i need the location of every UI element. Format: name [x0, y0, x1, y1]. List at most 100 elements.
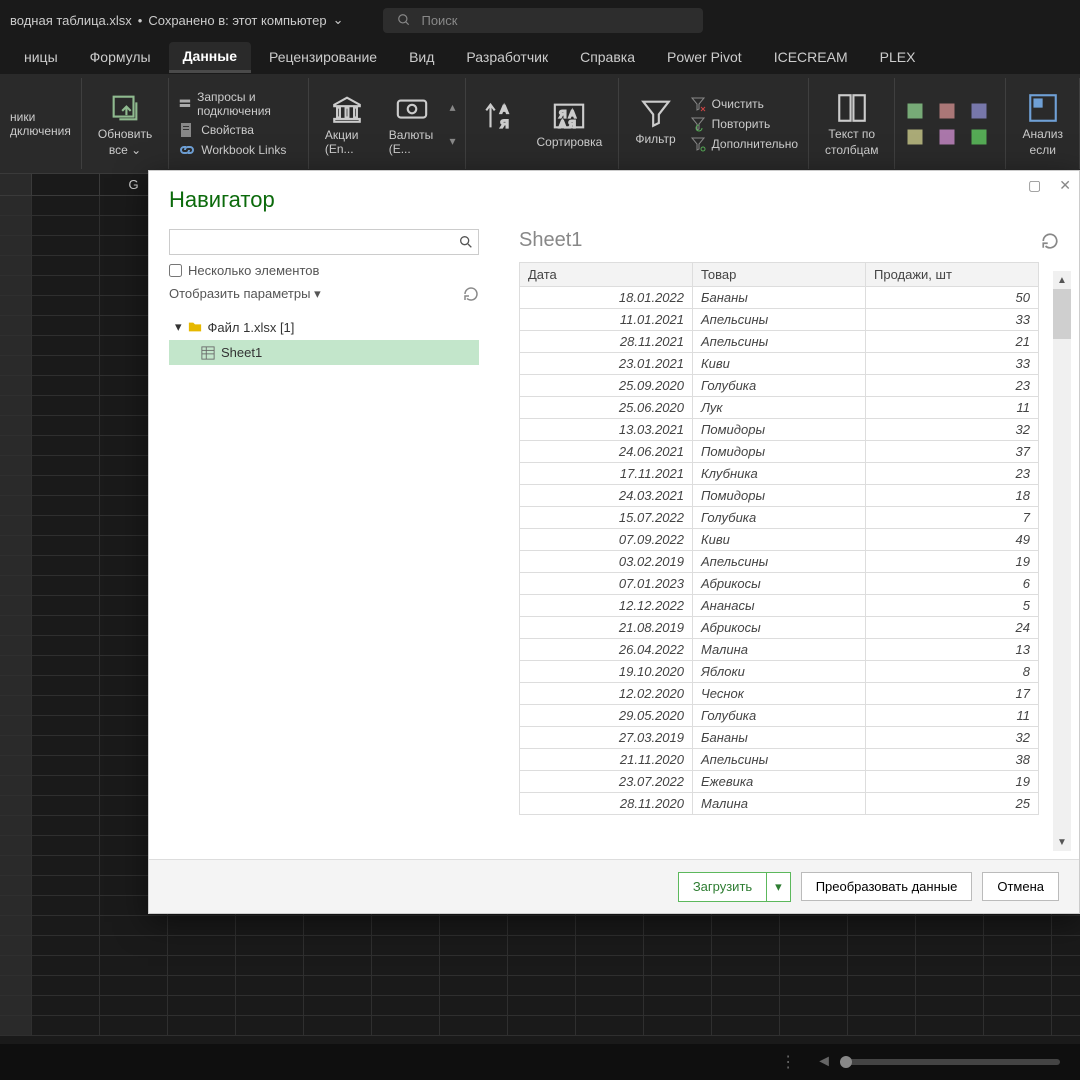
table-row[interactable]: 24.03.2021Помидоры18 — [520, 485, 1039, 507]
svg-text:А: А — [501, 104, 509, 116]
tab-plex[interactable]: PLEX — [866, 43, 930, 71]
file-name: водная таблица.xlsx — [10, 13, 132, 28]
navigator-search[interactable] — [169, 229, 479, 255]
data-model-icon[interactable] — [969, 127, 989, 147]
table-row[interactable]: 29.05.2020Голубика11 — [520, 705, 1039, 727]
table-row[interactable]: 19.10.2020Яблоки8 — [520, 661, 1039, 683]
sort-az-button[interactable]: АЯ — [476, 97, 522, 151]
table-row[interactable]: 13.03.2021Помидоры32 — [520, 419, 1039, 441]
scroll-thumb[interactable] — [1053, 289, 1071, 339]
refresh-icon — [108, 91, 142, 125]
bank-icon — [330, 92, 364, 126]
table-row[interactable]: 12.12.2022Ананасы5 — [520, 595, 1039, 617]
table-row[interactable]: 26.04.2022Малина13 — [520, 639, 1039, 661]
table-row[interactable]: 03.02.2019Апельсины19 — [520, 551, 1039, 573]
text-columns-icon — [835, 91, 869, 125]
table-row[interactable]: 21.08.2019Абрикосы24 — [520, 617, 1039, 639]
col-date[interactable]: Дата — [520, 263, 693, 287]
transform-button[interactable]: Преобразовать данные — [801, 872, 973, 901]
currency-button[interactable]: Валюты (E... — [383, 90, 442, 158]
chevron-up-icon[interactable]: ▴ — [449, 100, 455, 114]
table-row[interactable]: 18.01.2022Бананы50 — [520, 287, 1039, 309]
tab-developer[interactable]: Разработчик — [452, 43, 562, 71]
table-row[interactable]: 15.07.2022Голубика7 — [520, 507, 1039, 529]
load-dropdown-button[interactable]: ▾ — [766, 872, 791, 902]
table-row[interactable]: 21.11.2020Апельсины38 — [520, 749, 1039, 771]
chevron-down-icon[interactable]: ⌄ — [333, 12, 344, 28]
tab-help[interactable]: Справка — [566, 43, 649, 71]
scroll-up-icon[interactable]: ▲ — [1053, 271, 1071, 289]
workbook-links-button[interactable]: Workbook Links — [179, 140, 298, 160]
maximize-button[interactable]: ▢ — [1028, 177, 1041, 194]
relationships-icon[interactable] — [937, 127, 957, 147]
navigator-dialog: ▢ ✕ Навигатор Несколько элементов Отобра… — [148, 170, 1080, 914]
advanced-filter-button[interactable]: Дополнительно — [690, 134, 798, 154]
chevron-down-icon[interactable]: ▾ — [449, 134, 455, 148]
close-button[interactable]: ✕ — [1059, 177, 1071, 194]
refresh-all-button[interactable]: Обновить все ⌄ — [92, 89, 158, 159]
advanced-filter-icon — [690, 136, 706, 152]
tab-view[interactable]: Вид — [395, 43, 448, 71]
tab-powerpivot[interactable]: Power Pivot — [653, 43, 756, 71]
load-button[interactable]: Загрузить — [678, 872, 766, 902]
remove-duplicates-icon[interactable] — [937, 101, 957, 121]
reapply-filter-button[interactable]: Повторить — [690, 114, 798, 134]
search-icon — [458, 234, 474, 250]
preview-scrollbar[interactable]: ▲ ▼ — [1053, 271, 1071, 851]
consolidate-icon[interactable] — [905, 127, 925, 147]
tab-review[interactable]: Рецензирование — [255, 43, 391, 71]
table-row[interactable]: 23.07.2022Ежевика19 — [520, 771, 1039, 793]
table-row[interactable]: 23.01.2021Киви33 — [520, 353, 1039, 375]
search-box[interactable]: Поиск — [383, 8, 703, 33]
load-split-button[interactable]: Загрузить ▾ — [678, 872, 791, 902]
scroll-down-icon[interactable]: ▼ — [1053, 833, 1071, 851]
sort-button[interactable]: Я АА Я Сортировка — [530, 97, 608, 151]
table-row[interactable]: 17.11.2021Клубника23 — [520, 463, 1039, 485]
flash-fill-icon[interactable] — [905, 101, 925, 121]
tab-icecream[interactable]: ICECREAM — [760, 43, 862, 71]
col-sales[interactable]: Продажи, шт — [866, 263, 1039, 287]
search-icon — [397, 13, 411, 27]
zoom-slider[interactable] — [840, 1059, 1060, 1065]
reapply-icon — [690, 116, 706, 132]
navigator-title: Навигатор — [149, 171, 1079, 221]
grip-icon[interactable]: ⋮ — [780, 1052, 796, 1072]
ribbon: ники дключения Обновить все ⌄ Запросы и … — [0, 74, 1080, 174]
navigator-search-input[interactable] — [174, 235, 458, 250]
table-row[interactable]: 11.01.2021Апельсины33 — [520, 309, 1039, 331]
tab-data[interactable]: Данные — [169, 42, 251, 73]
table-row[interactable]: 25.06.2020Лук11 — [520, 397, 1039, 419]
table-row[interactable]: 27.03.2019Бананы32 — [520, 727, 1039, 749]
table-row[interactable]: 28.11.2020Малина25 — [520, 793, 1039, 815]
queries-connections-button[interactable]: Запросы и подключения — [179, 88, 298, 120]
tree-sheet[interactable]: Sheet1 — [169, 340, 479, 365]
properties-button[interactable]: Свойства — [179, 120, 298, 140]
select-all-cell[interactable] — [0, 174, 32, 195]
refresh-icon[interactable] — [463, 286, 479, 302]
multiple-items-checkbox[interactable]: Несколько элементов — [169, 263, 479, 278]
tab-pages[interactable]: ницы — [10, 43, 72, 71]
table-row[interactable]: 12.02.2020Чеснок17 — [520, 683, 1039, 705]
clear-filter-button[interactable]: Очистить — [690, 94, 798, 114]
table-row[interactable]: 07.09.2022Киви49 — [520, 529, 1039, 551]
status-bar: ⋮ ◄ — [0, 1044, 1080, 1080]
cancel-button[interactable]: Отмена — [982, 872, 1059, 901]
col-product[interactable]: Товар — [693, 263, 866, 287]
save-status: Сохранено в: этот компьютер — [148, 13, 326, 28]
tree-folder[interactable]: ▾ Файл 1.xlsx [1] — [169, 314, 479, 340]
filter-button[interactable]: Фильтр — [629, 94, 681, 154]
whatif-button[interactable]: Анализ если — [1016, 89, 1069, 159]
table-row[interactable]: 24.06.2021Помидоры37 — [520, 441, 1039, 463]
stocks-button[interactable]: Акции (En... — [319, 90, 375, 158]
tab-formulas[interactable]: Формулы — [76, 43, 165, 71]
collapse-icon: ▾ — [175, 319, 182, 335]
refresh-preview-icon[interactable] — [1041, 232, 1059, 250]
table-row[interactable]: 28.11.2021Апельсины21 — [520, 331, 1039, 353]
col-header[interactable] — [32, 174, 100, 195]
table-row[interactable]: 07.01.2023Абрикосы6 — [520, 573, 1039, 595]
display-options-button[interactable]: Отобразить параметры — [169, 286, 310, 301]
data-validation-icon[interactable] — [969, 101, 989, 121]
table-row[interactable]: 25.09.2020Голубика23 — [520, 375, 1039, 397]
text-to-columns-button[interactable]: Текст по столбцам — [819, 89, 884, 159]
label-connections: дключения — [10, 124, 71, 138]
